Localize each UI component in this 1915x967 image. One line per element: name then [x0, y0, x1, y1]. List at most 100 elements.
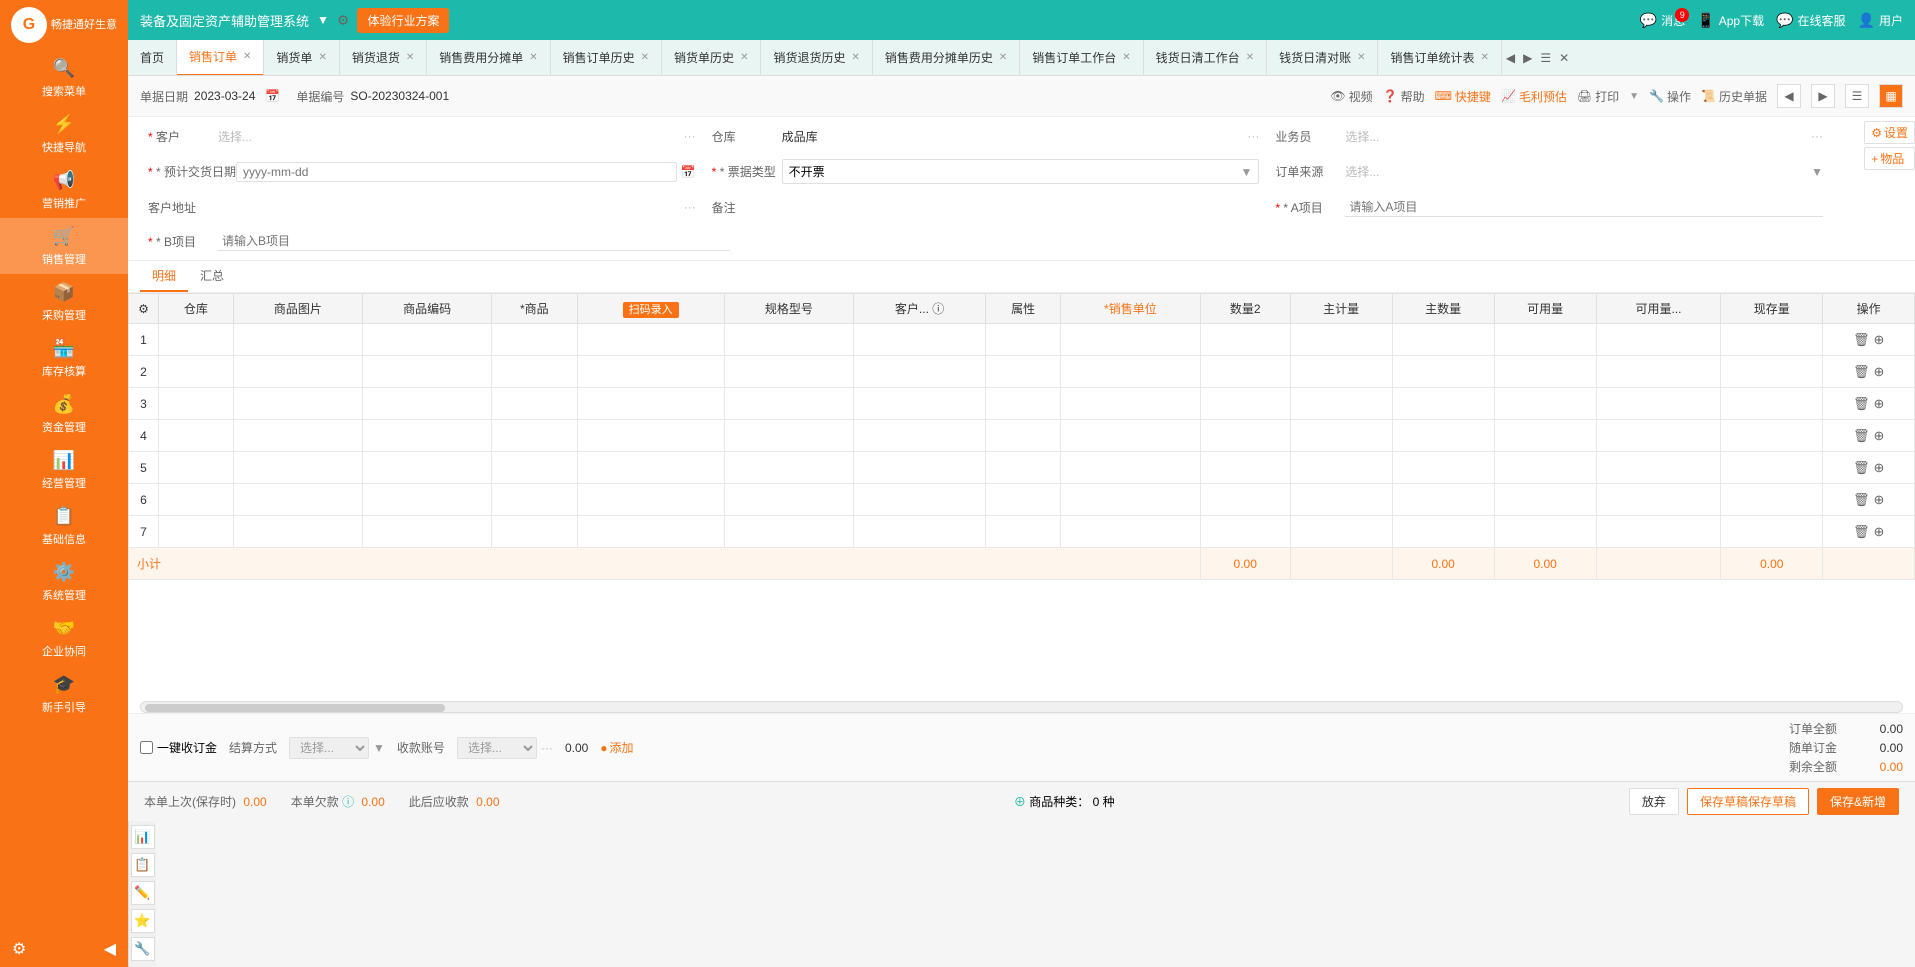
row-code-5[interactable] [362, 452, 491, 484]
right-sidebar-clipboard-icon[interactable]: 📋 [131, 853, 155, 877]
th-main-qty[interactable]: 主数量 [1392, 294, 1494, 324]
delete-icon[interactable]: 🗑 [1853, 460, 1870, 476]
delete-icon[interactable]: 🗑 [1853, 364, 1870, 380]
horizontal-scrollbar[interactable] [140, 701, 1903, 713]
row-main-qty-4[interactable] [1392, 420, 1494, 452]
tab-close-icon[interactable]: ✕ [1481, 52, 1489, 63]
row-image-5[interactable] [233, 452, 362, 484]
row-action-5[interactable]: 🗑⊕ [1823, 452, 1915, 484]
row-warehouse-6[interactable] [159, 484, 234, 516]
right-sidebar-edit-icon[interactable]: ✏️ [131, 881, 155, 905]
row-customer-code-5[interactable] [854, 452, 986, 484]
tab-sales-slip[interactable]: 销货单 ✕ [264, 40, 339, 76]
sidebar-item-quick[interactable]: ⚡ 快捷导航 [0, 106, 128, 162]
address-expand-icon[interactable]: ··· [684, 200, 696, 214]
row-main-qty-2[interactable] [1392, 356, 1494, 388]
copy-icon[interactable]: ⊕ [1873, 492, 1884, 508]
tab-sales-order-history[interactable]: 销售订单历史 ✕ [551, 40, 662, 76]
row-warehouse-7[interactable] [159, 516, 234, 548]
row-available-4[interactable] [1494, 420, 1596, 452]
row-action-6[interactable]: 🗑⊕ [1823, 484, 1915, 516]
warehouse-expand-icon[interactable]: ··· [1247, 129, 1259, 143]
row-image-6[interactable] [233, 484, 362, 516]
row-available-6[interactable] [1494, 484, 1596, 516]
th-image[interactable]: 商品图片 [233, 294, 362, 324]
row-qty2-4[interactable] [1200, 420, 1290, 452]
print-dropdown-icon[interactable]: ▼ [1629, 91, 1639, 102]
row-product-6[interactable] [492, 484, 577, 516]
row-code-4[interactable] [362, 420, 491, 452]
th-customer-code[interactable]: 客户... ⓘ [854, 294, 986, 324]
row-action-2[interactable]: 🗑⊕ [1823, 356, 1915, 388]
row-action-1[interactable]: 🗑⊕ [1823, 324, 1915, 356]
tab-sales-return[interactable]: 销货退货 ✕ [340, 40, 427, 76]
row-main-qty-3[interactable] [1392, 388, 1494, 420]
th-qty2[interactable]: 数量2 [1200, 294, 1290, 324]
industry-solution-button[interactable]: 体验行业方案 [357, 8, 449, 33]
row-customer-code-4[interactable] [854, 420, 986, 452]
row-available2-5[interactable] [1596, 452, 1721, 484]
row-scan-2[interactable] [577, 356, 724, 388]
th-unit[interactable]: *销售单位 [1061, 294, 1201, 324]
row-unit-3[interactable] [1061, 388, 1201, 420]
invoice-type-select[interactable]: 不开票 ▼ [782, 159, 1260, 184]
delete-icon[interactable]: 🗑 [1853, 396, 1870, 412]
tab-sales-return-history[interactable]: 销货退货历史 ✕ [761, 40, 872, 76]
sidebar-item-guide[interactable]: 🎓 新手引导 [0, 666, 128, 722]
tab-close-icon[interactable]: ✕ [406, 52, 414, 63]
system-dropdown-arrow[interactable]: ▼ [317, 13, 329, 27]
row-unit-6[interactable] [1061, 484, 1201, 516]
tab-summary[interactable]: 汇总 [188, 261, 236, 292]
row-attr-6[interactable] [986, 484, 1061, 516]
row-qty2-1[interactable] [1200, 324, 1290, 356]
row-available2-3[interactable] [1596, 388, 1721, 420]
row-unit-4[interactable] [1061, 420, 1201, 452]
salesperson-input[interactable]: 选择... [1345, 128, 1811, 145]
row-attr-2[interactable] [986, 356, 1061, 388]
row-image-7[interactable] [233, 516, 362, 548]
row-scan-4[interactable] [577, 420, 724, 452]
prev-record-icon[interactable]: ◀ [1777, 84, 1801, 108]
th-main-unit[interactable]: 主计量 [1290, 294, 1392, 324]
b-project-input[interactable] [218, 232, 730, 251]
gear-settings-icon[interactable]: ⚙ [337, 12, 350, 29]
tab-close-icon[interactable]: ✕ [243, 51, 251, 62]
row-code-1[interactable] [362, 324, 491, 356]
row-product-3[interactable] [492, 388, 577, 420]
row-attr-3[interactable] [986, 388, 1061, 420]
tab-close-icon[interactable]: ✕ [1122, 52, 1130, 63]
row-code-6[interactable] [362, 484, 491, 516]
scroll-thumb[interactable] [145, 704, 445, 712]
row-customer-code-2[interactable] [854, 356, 986, 388]
copy-icon[interactable]: ⊕ [1873, 428, 1884, 444]
row-current-qty-1[interactable] [1721, 324, 1823, 356]
row-current-qty-6[interactable] [1721, 484, 1823, 516]
row-scan-6[interactable] [577, 484, 724, 516]
row-current-qty-7[interactable] [1721, 516, 1823, 548]
row-main-unit-7[interactable] [1290, 516, 1392, 548]
a-project-input[interactable] [1345, 198, 1823, 217]
card-view-icon[interactable]: ▦ [1879, 84, 1903, 108]
help-btn[interactable]: ❓ 帮助 [1383, 88, 1425, 105]
row-spec-2[interactable] [724, 356, 853, 388]
row-product-7[interactable] [492, 516, 577, 548]
tab-prev-icon[interactable]: ◀ [1502, 51, 1519, 65]
row-code-7[interactable] [362, 516, 491, 548]
th-product[interactable]: *商品 [492, 294, 577, 324]
row-spec-1[interactable] [724, 324, 853, 356]
right-sidebar-star-icon[interactable]: ⭐ [131, 909, 155, 933]
one-click-checkbox[interactable] [140, 741, 153, 754]
row-customer-code-1[interactable] [854, 324, 986, 356]
tab-close-icon[interactable]: ✕ [740, 52, 748, 63]
row-spec-3[interactable] [724, 388, 853, 420]
sidebar-item-finance[interactable]: 💰 资金管理 [0, 386, 128, 442]
tab-sales-order[interactable]: 销售订单 ✕ [177, 40, 264, 76]
row-qty2-3[interactable] [1200, 388, 1290, 420]
row-qty2-2[interactable] [1200, 356, 1290, 388]
row-unit-7[interactable] [1061, 516, 1201, 548]
th-scan[interactable]: 扫码录入 [577, 294, 724, 324]
row-product-2[interactable] [492, 356, 577, 388]
row-attr-1[interactable] [986, 324, 1061, 356]
row-action-3[interactable]: 🗑⊕ [1823, 388, 1915, 420]
account-select[interactable]: 选择... [457, 737, 537, 759]
